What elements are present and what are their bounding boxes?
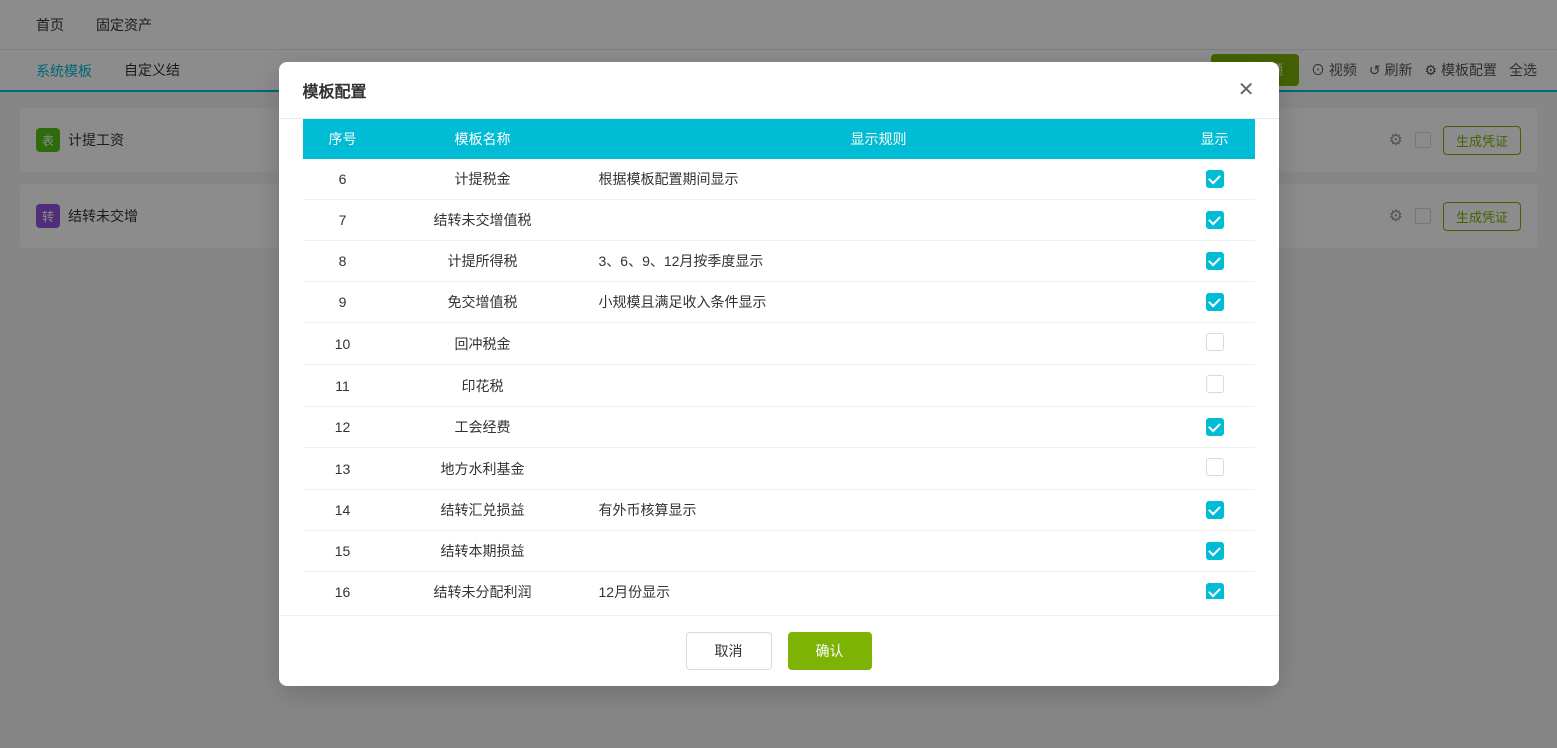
checkbox-row-10[interactable] [1206,333,1224,351]
config-table: 序号 模板名称 显示规则 显示 6计提税金根据模板配置期间显示7结转未交增值税8… [303,119,1255,599]
checkbox-row-8[interactable] [1206,252,1224,270]
cell-checkbox [1175,407,1255,448]
cell-rule: 12月份显示 [583,572,1175,600]
cell-rule: 有外币核算显示 [583,490,1175,531]
cell-seq: 16 [303,572,383,600]
cell-rule [583,407,1175,448]
checkbox-row-9[interactable] [1206,293,1224,311]
cell-name: 免交增值税 [383,282,583,323]
cell-rule: 根据模板配置期间显示 [583,159,1175,200]
cell-checkbox [1175,159,1255,200]
cell-checkbox [1175,241,1255,282]
table-row: 13地方水利基金 [303,448,1255,490]
cell-checkbox [1175,365,1255,407]
cell-checkbox [1175,200,1255,241]
cell-checkbox [1175,531,1255,572]
modal-footer: 取消 确认 [279,615,1279,686]
modal-close-button[interactable]: ✕ [1238,80,1255,100]
modal-overlay: 模板配置 ✕ 序号 模板名称 显示规则 显示 [0,0,1557,748]
cell-seq: 12 [303,407,383,448]
checkbox-row-16[interactable] [1206,583,1224,599]
col-show: 显示 [1175,119,1255,159]
cell-rule [583,323,1175,365]
modal-body: 序号 模板名称 显示规则 显示 6计提税金根据模板配置期间显示7结转未交增值税8… [279,119,1279,615]
table-body: 6计提税金根据模板配置期间显示7结转未交增值税8计提所得税3、6、9、12月按季… [303,159,1255,599]
cell-rule [583,365,1175,407]
cell-name: 地方水利基金 [383,448,583,490]
confirm-button[interactable]: 确认 [788,632,872,670]
modal-template-config: 模板配置 ✕ 序号 模板名称 显示规则 显示 [279,62,1279,686]
cell-name: 印花税 [383,365,583,407]
cell-name: 工会经费 [383,407,583,448]
cell-name: 回冲税金 [383,323,583,365]
table-row: 10回冲税金 [303,323,1255,365]
cell-name: 结转本期损益 [383,531,583,572]
table-row: 8计提所得税3、6、9、12月按季度显示 [303,241,1255,282]
cell-checkbox [1175,282,1255,323]
cell-seq: 7 [303,200,383,241]
cell-rule [583,448,1175,490]
cell-name: 计提所得税 [383,241,583,282]
checkbox-row-6[interactable] [1206,170,1224,188]
cell-rule [583,531,1175,572]
checkbox-row-15[interactable] [1206,542,1224,560]
checkbox-row-11[interactable] [1206,375,1224,393]
table-row: 15结转本期损益 [303,531,1255,572]
cell-name: 计提税金 [383,159,583,200]
table-row: 9免交增值税小规模且满足收入条件显示 [303,282,1255,323]
cell-checkbox [1175,323,1255,365]
checkbox-row-13[interactable] [1206,458,1224,476]
cell-name: 结转未交增值税 [383,200,583,241]
background-page: 首页 固定资产 系统模板 自定义结 测算金额 ⊙ 视频 ↺ 刷新 ⚙ 模板配置 … [0,0,1557,748]
cell-name: 结转未分配利润 [383,572,583,600]
col-rule: 显示规则 [583,119,1175,159]
cell-seq: 14 [303,490,383,531]
cell-rule: 3、6、9、12月按季度显示 [583,241,1175,282]
checkbox-row-14[interactable] [1206,501,1224,519]
cell-seq: 15 [303,531,383,572]
table-row: 12工会经费 [303,407,1255,448]
cell-rule: 小规模且满足收入条件显示 [583,282,1175,323]
table-row: 14结转汇兑损益有外币核算显示 [303,490,1255,531]
checkbox-row-7[interactable] [1206,211,1224,229]
col-name: 模板名称 [383,119,583,159]
checkbox-row-12[interactable] [1206,418,1224,436]
table-row: 6计提税金根据模板配置期间显示 [303,159,1255,200]
cell-seq: 6 [303,159,383,200]
cancel-button[interactable]: 取消 [686,632,772,670]
cell-rule [583,200,1175,241]
table-row: 7结转未交增值税 [303,200,1255,241]
cell-checkbox [1175,448,1255,490]
cell-checkbox [1175,490,1255,531]
table-row: 11印花税 [303,365,1255,407]
cell-seq: 9 [303,282,383,323]
modal-title: 模板配置 [303,78,367,102]
cell-name: 结转汇兑损益 [383,490,583,531]
cell-seq: 13 [303,448,383,490]
col-seq: 序号 [303,119,383,159]
table-wrapper[interactable]: 序号 模板名称 显示规则 显示 6计提税金根据模板配置期间显示7结转未交增值税8… [303,119,1255,599]
cell-seq: 8 [303,241,383,282]
cell-seq: 10 [303,323,383,365]
table-header: 序号 模板名称 显示规则 显示 [303,119,1255,159]
table-row: 16结转未分配利润12月份显示 [303,572,1255,600]
cell-checkbox [1175,572,1255,600]
cell-seq: 11 [303,365,383,407]
modal-header: 模板配置 ✕ [279,62,1279,119]
